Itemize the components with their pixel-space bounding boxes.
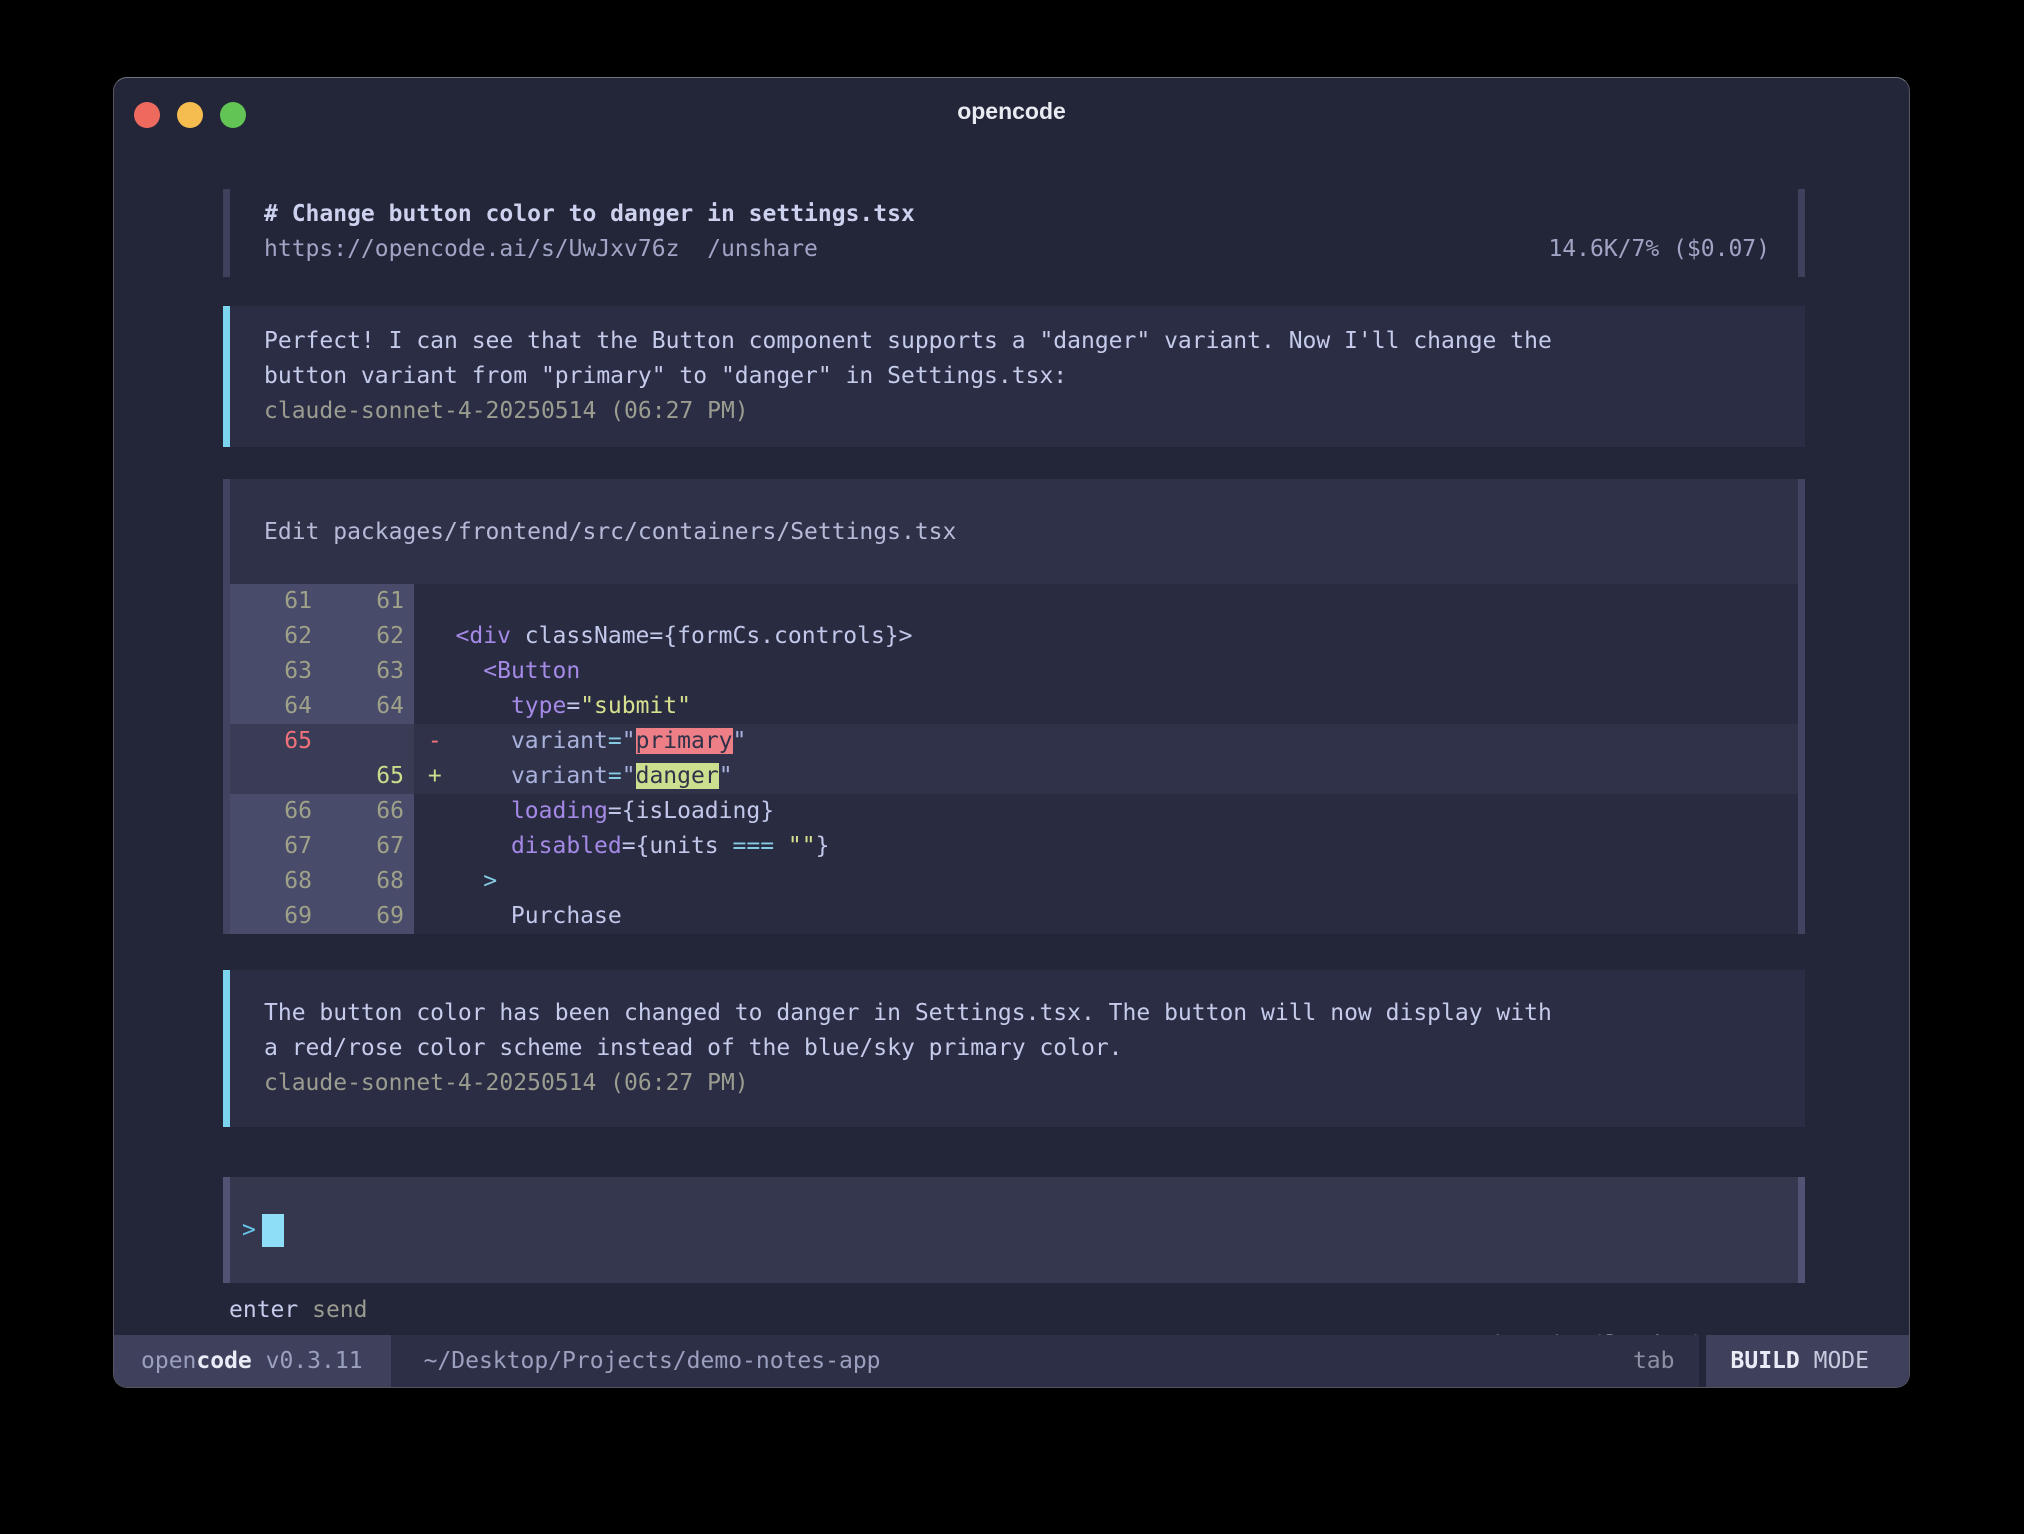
assistant-message-text: The button color has been changed to dan… (264, 996, 1785, 1066)
diff-code-line: loading={isLoading} (414, 794, 1798, 829)
diff-row: 65 + variant="danger" (230, 759, 1798, 794)
old-line-number: 69 (230, 899, 327, 934)
new-line-number (327, 724, 414, 759)
new-line-number: 65 (327, 759, 414, 794)
new-line-number: 64 (327, 689, 414, 724)
app-version: v0.3.11 (252, 1335, 363, 1387)
old-line-number: 65 (230, 724, 327, 759)
working-directory: ~/Desktop/Projects/demo-notes-app (391, 1335, 881, 1387)
diff-row: 6161 (230, 584, 1798, 619)
diff-row: 6666 loading={isLoading} (230, 794, 1798, 829)
diff-row: 6262 <div className={formCs.controls}> (230, 619, 1798, 654)
prompt-symbol: > (242, 1217, 256, 1243)
old-line-number: 64 (230, 689, 327, 724)
diff-code-line: > (414, 864, 1798, 899)
edit-tool-card: Edit packages/frontend/src/containers/Se… (223, 479, 1805, 934)
assistant-message: Perfect! I can see that the Button compo… (223, 306, 1805, 447)
text-cursor (262, 1214, 284, 1247)
session-header: # Change button color to danger in setti… (223, 189, 1805, 277)
diff-view: 61616262 <div className={formCs.controls… (230, 584, 1798, 934)
mode-name: BUILD (1731, 1335, 1800, 1387)
app-name-open: open (141, 1335, 196, 1387)
old-line-number: 66 (230, 794, 327, 829)
send-hint: send (298, 1293, 367, 1328)
diff-code-line (414, 584, 1798, 619)
old-line-number: 67 (230, 829, 327, 864)
diff-code-line: - variant="primary" (414, 724, 1798, 759)
statusbar-divider (1699, 1335, 1706, 1387)
diff-row: 6363 <Button (230, 654, 1798, 689)
new-line-number: 69 (327, 899, 414, 934)
title-bar: opencode (114, 78, 1909, 140)
old-line-number: 68 (230, 864, 327, 899)
share-url[interactable]: https://opencode.ai/s/UwJxv76z /unshare (264, 232, 818, 267)
mode-suffix: MODE (1800, 1335, 1869, 1387)
model-timestamp: claude-sonnet-4-20250514 (06:27 PM) (264, 1066, 1785, 1101)
opencode-window: opencode # Change button color to danger… (113, 77, 1910, 1388)
prompt-input[interactable]: > (223, 1177, 1805, 1283)
enter-key-hint: enter (229, 1293, 298, 1328)
diff-code-line: disabled={units === ""} (414, 829, 1798, 864)
model-timestamp: claude-sonnet-4-20250514 (06:27 PM) (264, 394, 1785, 429)
new-line-number: 63 (327, 654, 414, 689)
app-version-chip: opencode v0.3.11 (114, 1335, 391, 1387)
diff-row: 65 - variant="primary" (230, 724, 1798, 759)
status-bar: opencode v0.3.11 ~/Desktop/Projects/demo… (114, 1335, 1909, 1387)
diff-code-line: type="submit" (414, 689, 1798, 724)
diff-code-line: <Button (414, 654, 1798, 689)
new-line-number: 66 (327, 794, 414, 829)
diff-code-line: <div className={formCs.controls}> (414, 619, 1798, 654)
old-line-number: 61 (230, 584, 327, 619)
session-title: # Change button color to danger in setti… (264, 197, 1798, 232)
diff-code-line: Purchase (414, 899, 1798, 934)
hint-row: enter send Anthropic Claude Sonnet 4 (223, 1293, 1805, 1328)
diff-row: 6767 disabled={units === ""} (230, 829, 1798, 864)
diff-code-line: + variant="danger" (414, 759, 1798, 794)
diff-row: 6464 type="submit" (230, 689, 1798, 724)
tab-key-hint: tab (1633, 1335, 1699, 1387)
diff-row: 6868 > (230, 864, 1798, 899)
token-usage: 14.6K/7% ($0.07) (1548, 232, 1798, 267)
diff-row: 6969 Purchase (230, 899, 1798, 934)
new-line-number: 68 (327, 864, 414, 899)
old-line-number: 62 (230, 619, 327, 654)
assistant-message: The button color has been changed to dan… (223, 970, 1805, 1127)
new-line-number: 67 (327, 829, 414, 864)
old-line-number (230, 759, 327, 794)
new-line-number: 62 (327, 619, 414, 654)
new-line-number: 61 (327, 584, 414, 619)
window-title: opencode (114, 78, 1909, 140)
edit-tool-title: Edit packages/frontend/src/containers/Se… (230, 479, 1798, 584)
old-line-number: 63 (230, 654, 327, 689)
assistant-message-text: Perfect! I can see that the Button compo… (264, 324, 1785, 394)
mode-chip[interactable]: BUILD MODE (1706, 1335, 1910, 1387)
app-name-code: code (196, 1335, 251, 1387)
